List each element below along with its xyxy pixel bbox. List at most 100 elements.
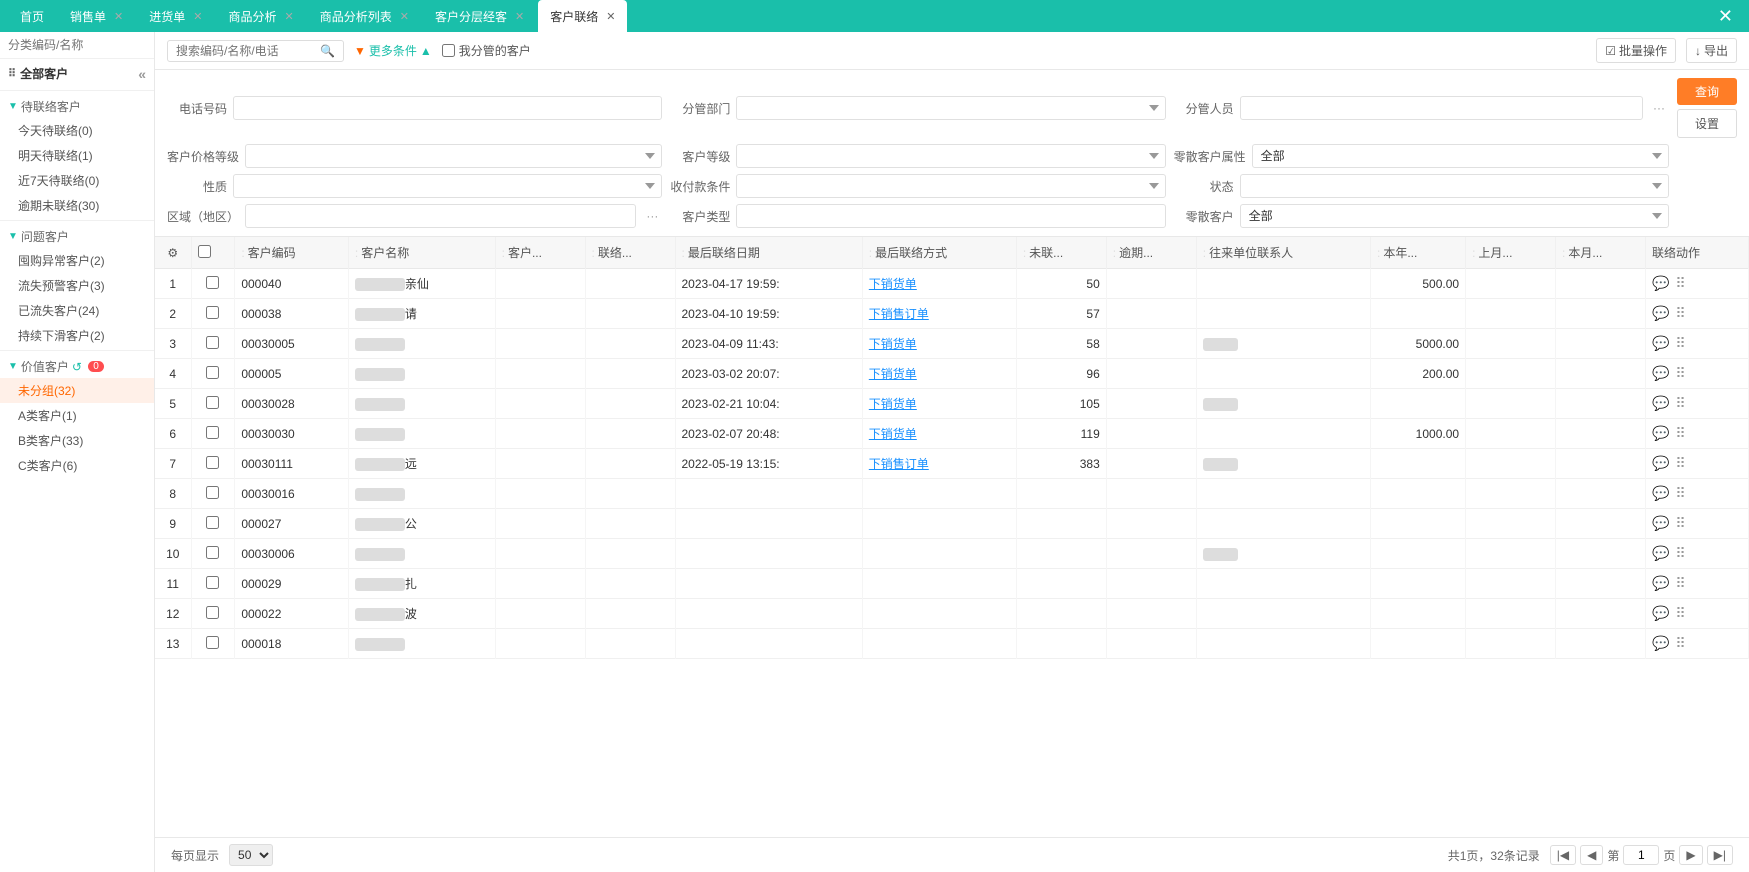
- page-size-select[interactable]: 50: [229, 844, 273, 866]
- reload-icon[interactable]: ↺: [72, 360, 82, 374]
- page-number-input[interactable]: [1623, 845, 1659, 865]
- sidebar-item-ungrouped[interactable]: 未分组(32): [0, 378, 154, 403]
- more-icon[interactable]: ⠿: [1675, 545, 1685, 562]
- close-icon[interactable]: ✕: [515, 10, 524, 23]
- person-input[interactable]: [1240, 96, 1643, 120]
- collapse-icon[interactable]: «: [138, 66, 146, 82]
- row-checkbox[interactable]: [206, 636, 219, 649]
- more-icon[interactable]: ⠿: [1675, 575, 1685, 592]
- col-code[interactable]: :客户编码: [235, 237, 349, 269]
- chat-icon[interactable]: 💬: [1652, 605, 1669, 622]
- chat-icon[interactable]: 💬: [1652, 575, 1669, 592]
- row-last-method[interactable]: [862, 569, 1016, 599]
- sidebar-item-churn-warning[interactable]: 流失预警客户(3): [0, 273, 154, 298]
- type-input[interactable]: [736, 204, 1165, 228]
- col-this-month[interactable]: :本月...: [1556, 237, 1646, 269]
- status-select[interactable]: [1240, 174, 1669, 198]
- sidebar-group-value[interactable]: ▼ 价值客户 ↺ 0: [0, 353, 154, 378]
- col-last-month[interactable]: :上月...: [1466, 237, 1556, 269]
- chat-icon[interactable]: 💬: [1652, 395, 1669, 412]
- next-page-button[interactable]: ▶: [1679, 845, 1702, 865]
- more-icon[interactable]: ⠿: [1675, 365, 1685, 382]
- retail-select[interactable]: 全部: [1240, 204, 1669, 228]
- sidebar-item-churned[interactable]: 已流失客户(24): [0, 298, 154, 323]
- col-overdue[interactable]: :逾期...: [1106, 237, 1196, 269]
- row-last-method[interactable]: [862, 479, 1016, 509]
- nav-home[interactable]: 首页: [8, 0, 56, 32]
- sidebar-item-abnormal[interactable]: 囤购异常客户(2): [0, 248, 154, 273]
- row-checkbox[interactable]: [206, 336, 219, 349]
- more-icon[interactable]: ⠿: [1675, 605, 1685, 622]
- row-last-method[interactable]: [862, 509, 1016, 539]
- row-last-method[interactable]: 下销货单: [862, 389, 1016, 419]
- chat-icon[interactable]: 💬: [1652, 275, 1669, 292]
- more-icon[interactable]: ⠿: [1675, 455, 1685, 472]
- row-checkbox[interactable]: [206, 396, 219, 409]
- close-icon[interactable]: ✕: [606, 10, 615, 23]
- row-checkbox[interactable]: [206, 366, 219, 379]
- sidebar-item-class-a[interactable]: A类客户(1): [0, 403, 154, 428]
- first-page-button[interactable]: |◀: [1550, 845, 1576, 865]
- sidebar-group-pending[interactable]: ▼ 待联络客户: [0, 93, 154, 118]
- my-customers-checkbox-label[interactable]: 我分管的客户: [442, 42, 531, 59]
- row-last-method[interactable]: [862, 539, 1016, 569]
- close-icon[interactable]: ✕: [285, 10, 294, 23]
- pay-select[interactable]: [736, 174, 1165, 198]
- col-type[interactable]: :客户...: [495, 237, 585, 269]
- price-level-select[interactable]: [245, 144, 662, 168]
- col-contact-person[interactable]: :往来单位联系人: [1196, 237, 1370, 269]
- ellipsis-icon[interactable]: ···: [642, 209, 662, 223]
- nav-tab-customer-contact[interactable]: 客户联络 ✕: [538, 0, 627, 32]
- more-icon[interactable]: ⠿: [1675, 425, 1685, 442]
- row-last-method[interactable]: 下销售订单: [862, 449, 1016, 479]
- more-icon[interactable]: ⠿: [1675, 635, 1685, 652]
- col-last-method[interactable]: :最后联络方式: [862, 237, 1016, 269]
- ellipsis-icon[interactable]: ···: [1649, 101, 1669, 115]
- region-input[interactable]: [245, 204, 636, 228]
- row-last-method[interactable]: 下销售订单: [862, 299, 1016, 329]
- dept-select[interactable]: [736, 96, 1165, 120]
- more-icon[interactable]: ⠿: [1675, 275, 1685, 292]
- sidebar-group-problem[interactable]: ▼ 问题客户: [0, 223, 154, 248]
- my-customers-checkbox[interactable]: [442, 44, 455, 57]
- nav-tab-product-analysis[interactable]: 商品分析 ✕: [216, 0, 305, 32]
- nav-tab-customer-segment[interactable]: 客户分层经客 ✕: [423, 0, 536, 32]
- row-last-method[interactable]: 下销货单: [862, 419, 1016, 449]
- attr-select[interactable]: 全部: [1252, 144, 1669, 168]
- row-checkbox[interactable]: [206, 486, 219, 499]
- sidebar-item-class-c[interactable]: C类客户(6): [0, 453, 154, 478]
- search-input[interactable]: [176, 44, 316, 58]
- sex-select[interactable]: [233, 174, 662, 198]
- nav-tab-product-list[interactable]: 商品分析列表 ✕: [308, 0, 421, 32]
- col-contact[interactable]: :联络...: [585, 237, 675, 269]
- chat-icon[interactable]: 💬: [1652, 305, 1669, 322]
- sidebar-item-today[interactable]: 今天待联络(0): [0, 118, 154, 143]
- close-icon[interactable]: ✕: [114, 10, 123, 23]
- chat-icon[interactable]: 💬: [1652, 335, 1669, 352]
- chat-icon[interactable]: 💬: [1652, 455, 1669, 472]
- batch-operation-button[interactable]: ☑ 批量操作: [1596, 38, 1676, 63]
- sidebar-item-tomorrow[interactable]: 明天待联络(1): [0, 143, 154, 168]
- sidebar-item-7days[interactable]: 近7天待联络(0): [0, 168, 154, 193]
- row-checkbox[interactable]: [206, 306, 219, 319]
- col-last-date[interactable]: :最后联络日期: [675, 237, 862, 269]
- col-settings[interactable]: ⚙: [155, 237, 191, 269]
- customer-level-select[interactable]: [736, 144, 1165, 168]
- row-checkbox[interactable]: [206, 576, 219, 589]
- sidebar-item-overdue[interactable]: 逾期未联络(30): [0, 193, 154, 218]
- chat-icon[interactable]: 💬: [1652, 485, 1669, 502]
- more-icon[interactable]: ⠿: [1675, 485, 1685, 502]
- sidebar-item-class-b[interactable]: B类客户(33): [0, 428, 154, 453]
- last-page-button[interactable]: ▶|: [1707, 845, 1733, 865]
- row-last-method[interactable]: 下销货单: [862, 269, 1016, 299]
- col-name[interactable]: :客户名称: [348, 237, 495, 269]
- row-last-method[interactable]: [862, 599, 1016, 629]
- row-checkbox[interactable]: [206, 456, 219, 469]
- chat-icon[interactable]: 💬: [1652, 515, 1669, 532]
- window-close-button[interactable]: ✕: [1710, 6, 1741, 27]
- row-checkbox[interactable]: [206, 546, 219, 559]
- search-button[interactable]: 查询: [1677, 78, 1737, 105]
- reset-button[interactable]: 设置: [1677, 109, 1737, 138]
- more-icon[interactable]: ⠿: [1675, 515, 1685, 532]
- chat-icon[interactable]: 💬: [1652, 635, 1669, 652]
